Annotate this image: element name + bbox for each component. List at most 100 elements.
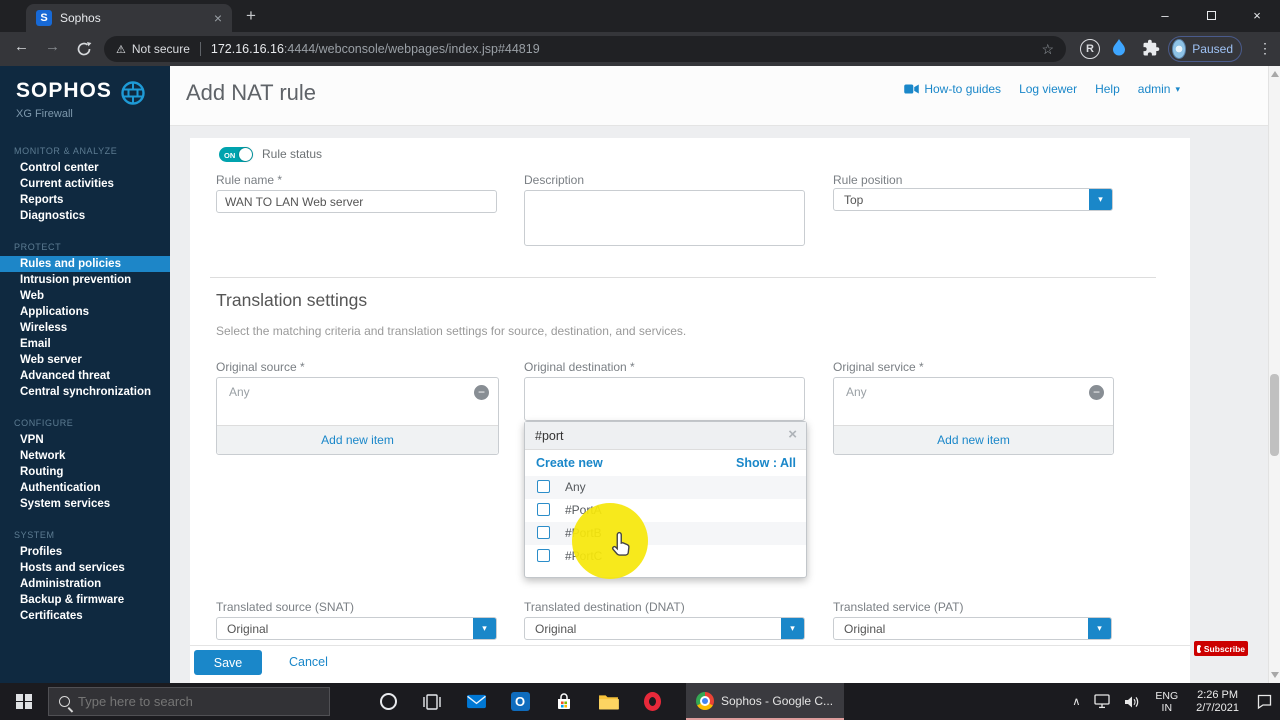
taskbar-search[interactable] [48,687,330,716]
add-new-item-link[interactable]: Add new item [937,433,1010,447]
checkbox[interactable] [537,480,550,493]
chevron-down-icon[interactable]: ▾ [781,618,804,639]
sidebar-item-vpn[interactable]: VPN [0,432,170,448]
translated-destination-select[interactable]: Original ▾ [524,617,805,640]
scrollbar-thumb[interactable] [1270,374,1279,456]
sidebar-item-diagnostics[interactable]: Diagnostics [0,208,170,224]
close-button[interactable]: × [1234,0,1280,30]
cortana-button[interactable] [366,683,410,720]
chevron-down-icon[interactable]: ▾ [1089,189,1112,210]
minimize-button[interactable]: – [1142,0,1188,30]
new-tab-button[interactable]: + [246,6,256,26]
sidebar-item-wireless[interactable]: Wireless [0,320,170,336]
sidebar-item-administration[interactable]: Administration [0,576,170,592]
rule-status-toggle[interactable]: ON [219,147,253,162]
dropdown-search-input[interactable] [535,426,765,446]
taskbar-search-input[interactable] [78,694,308,709]
clear-search-icon[interactable]: × [788,426,797,443]
forward-icon[interactable]: → [45,38,60,55]
sidebar-item-certificates[interactable]: Certificates [0,608,170,624]
sidebar-item-reports[interactable]: Reports [0,192,170,208]
option-porta[interactable]: #PortA [525,499,806,522]
profile-badge[interactable]: Paused [1168,36,1242,62]
action-center-icon[interactable] [1249,683,1280,720]
sidebar-item-applications[interactable]: Applications [0,304,170,320]
sidebar-item-central-synchronization[interactable]: Central synchronization [0,384,170,400]
remove-item-icon[interactable]: − [474,385,489,400]
log-viewer-link[interactable]: Log viewer [1019,82,1077,96]
chrome-task-button[interactable]: Sophos - Google C... [686,683,844,720]
clock[interactable]: 2:26 PM 2/7/2021 [1186,683,1249,720]
extensions-puzzle-icon[interactable] [1142,39,1160,57]
header-links: How-to guides Log viewer Help admin ▾ [904,82,1180,96]
sidebar-item-backup-firmware[interactable]: Backup & firmware [0,592,170,608]
scroll-down-icon[interactable] [1271,672,1279,678]
task-view-button[interactable] [410,683,454,720]
tray-chevron-up-icon[interactable]: ∧ [1065,683,1087,720]
sidebar-item-routing[interactable]: Routing [0,464,170,480]
sidebar-item-web-server[interactable]: Web server [0,352,170,368]
translated-source-label: Translated source (SNAT) [216,600,355,614]
tab-title: Sophos [60,11,101,25]
sidebar-item-control-center[interactable]: Control center [0,160,170,176]
sidebar-item-hosts-and-services[interactable]: Hosts and services [0,560,170,576]
network-icon[interactable] [1087,683,1117,720]
file-explorer-button[interactable] [586,683,630,720]
sidebar-item-intrusion-prevention[interactable]: Intrusion prevention [0,272,170,288]
content: ON Rule status Rule name * Description R… [170,126,1280,683]
option-portc[interactable]: #PortC [525,545,806,568]
howto-guides-link[interactable]: How-to guides [904,82,1001,96]
bookmark-star-icon[interactable]: ☆ [1041,41,1054,58]
option-any[interactable]: Any [525,476,806,499]
checkbox[interactable] [537,526,550,539]
sidebar-item-advanced-threat[interactable]: Advanced threat [0,368,170,384]
subscribe-badge[interactable]: Subscribe [1194,641,1248,656]
address-bar[interactable]: ⚠ Not secure 172.16.16.16 :4444/webconso… [104,36,1066,62]
checkbox[interactable] [537,549,550,562]
reload-icon[interactable] [76,41,92,61]
checkbox[interactable] [537,503,550,516]
browser-menu-icon[interactable]: ⋮ [1258,40,1272,57]
option-portb[interactable]: #PortB [525,522,806,545]
not-secure-label[interactable]: Not secure [132,42,190,56]
add-new-item-link[interactable]: Add new item [321,433,394,447]
original-destination-box[interactable] [524,377,805,421]
language-indicator[interactable]: ENG IN [1147,683,1186,720]
create-new-link[interactable]: Create new [536,456,603,470]
sidebar-item-email[interactable]: Email [0,336,170,352]
mail-app-button[interactable] [454,683,498,720]
scroll-up-icon[interactable] [1271,71,1279,77]
maximize-button[interactable] [1188,0,1234,30]
description-input[interactable] [524,190,805,246]
start-button[interactable] [0,683,48,720]
chevron-down-icon[interactable]: ▾ [1088,618,1111,639]
extension-r-icon[interactable]: R [1080,39,1100,59]
sidebar-item-system-services[interactable]: System services [0,496,170,512]
show-all-link[interactable]: Show : All [736,456,796,470]
opera-button[interactable] [630,683,674,720]
sidebar-item-rules-and-policies[interactable]: Rules and policies [0,256,170,272]
microsoft-store-button[interactable] [542,683,586,720]
help-link[interactable]: Help [1095,82,1120,96]
extension-flame-icon[interactable] [1112,39,1126,56]
outlook-button[interactable]: O [498,683,542,720]
sidebar-item-current-activities[interactable]: Current activities [0,176,170,192]
sidebar-item-authentication[interactable]: Authentication [0,480,170,496]
back-icon[interactable]: ← [14,38,29,55]
remove-item-icon[interactable]: − [1089,385,1104,400]
sidebar-item-network[interactable]: Network [0,448,170,464]
cancel-button[interactable]: Cancel [289,655,328,669]
admin-menu[interactable]: admin ▾ [1138,82,1180,96]
page-scrollbar[interactable] [1268,66,1280,683]
translated-source-select[interactable]: Original ▾ [216,617,497,640]
sidebar-item-profiles[interactable]: Profiles [0,544,170,560]
tab-close-icon[interactable]: × [214,10,222,26]
browser-tab[interactable]: S Sophos × [26,4,232,32]
chevron-down-icon[interactable]: ▾ [473,618,496,639]
sidebar-item-web[interactable]: Web [0,288,170,304]
translated-service-select[interactable]: Original ▾ [833,617,1112,640]
rule-name-input[interactable] [216,190,497,213]
volume-icon[interactable] [1117,683,1147,720]
rule-position-select[interactable]: Top ▾ [833,188,1113,211]
save-button[interactable]: Save [194,650,262,675]
